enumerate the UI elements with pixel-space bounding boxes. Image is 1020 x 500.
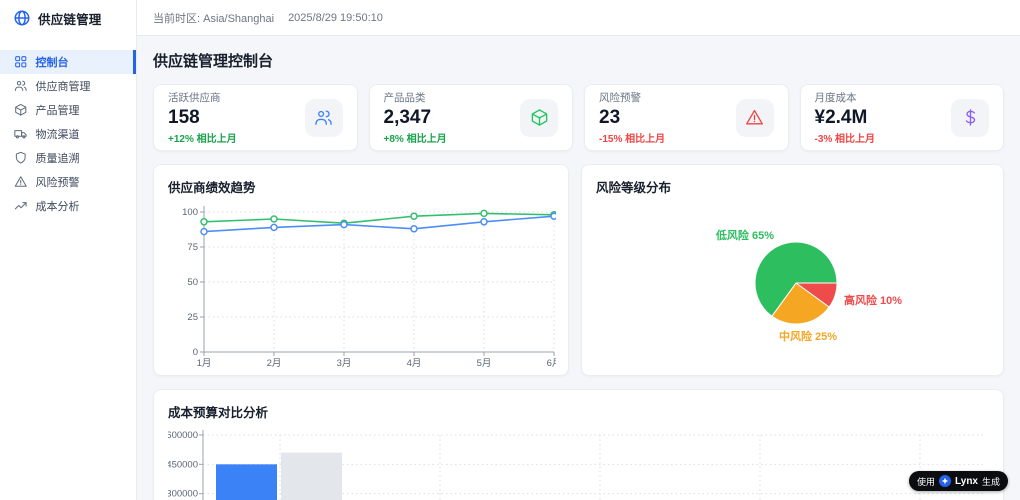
svg-text:2月: 2月 [267, 358, 282, 369]
shield-icon [15, 152, 26, 164]
badge-brand: Lynx [955, 475, 978, 487]
stat-value: 158 [168, 107, 200, 128]
supplier-performance-line-chart: 0 25 50 75 100 1月 2月 3月 4月 5月 6月 [168, 200, 561, 375]
stat-label: 风险预警 [599, 92, 641, 104]
sidebar-item-label: 成本分析 [35, 201, 80, 213]
sidebar-item-label: 物流渠道 [35, 129, 80, 141]
svg-text:300000: 300000 [168, 489, 198, 500]
svg-text:75: 75 [187, 242, 198, 253]
svg-text:5月: 5月 [477, 358, 492, 369]
stat-label: 月度成本 [814, 92, 857, 104]
pie-chart-title: 风险等级分布 [596, 181, 672, 195]
stat-label: 活跃供应商 [168, 92, 221, 104]
sidebar-item-5[interactable]: 质量追溯 [0, 146, 136, 170]
bar-chart-title: 成本预算对比分析 [168, 406, 269, 420]
sidebar-item-2[interactable]: 供应商管理 [0, 74, 136, 98]
stat-texts: 月度成本 ¥2.4M -3% 相比上月 [815, 90, 876, 145]
truck-icon [14, 130, 27, 139]
pie-slice-label: 低风险 65% [715, 230, 774, 242]
cost-budget-bar-chart: 6000004500003000001500000 [166, 425, 989, 500]
stat-value: 23 [599, 107, 621, 128]
stat-icon-bg [304, 98, 343, 137]
stat-icon-bg [951, 98, 989, 137]
svg-text:450000: 450000 [168, 459, 198, 470]
stat-delta: -3% 相比上月 [814, 134, 876, 145]
app-title: 供应链管理 [38, 12, 102, 27]
sidebar-nav: 控制台供应商管理产品管理物流渠道质量追溯风险预警成本分析 [0, 50, 136, 218]
stat-delta: +12% 相比上月 [168, 134, 237, 145]
svg-text:600000: 600000 [168, 430, 198, 441]
stat-icon-bg [520, 98, 558, 137]
users-icon [315, 110, 332, 125]
stat-value: 2,347 [383, 107, 432, 128]
sidebar-item-3[interactable]: 产品管理 [0, 98, 136, 122]
stat-value: ¥2.4M [814, 107, 868, 128]
main-content: 供应链管理控制台 活跃供应商 158 +12% 相比上月 产品品类 2,347 +8% 相… [137, 36, 1020, 500]
pie-slice-label: 中风险 25% [779, 331, 838, 343]
alert-triangle-icon [14, 176, 27, 188]
sidebar-item-label: 供应商管理 [35, 81, 91, 93]
trending-up-icon [14, 202, 27, 210]
pie-slice-label: 高风险 10% [844, 295, 903, 307]
sidebar-item-7[interactable]: 成本分析 [0, 194, 136, 218]
page-title: 供应链管理控制台 [153, 53, 274, 70]
package-icon [531, 109, 547, 126]
svg-text:1月: 1月 [197, 358, 212, 369]
stat-icon-bg [735, 98, 774, 137]
charts-row: 供应商绩效趋势 0 25 50 75 100 1月 2月 3月 4月 5月 6月 风险等级分布 高风… [153, 164, 1004, 376]
globe-logo-icon [14, 10, 30, 26]
badge-prefix: 使用 [917, 476, 936, 487]
svg-text:6月: 6月 [547, 358, 556, 369]
sidebar: 供应链管理 控制台供应商管理产品管理物流渠道质量追溯风险预警成本分析 [0, 0, 137, 500]
users-icon [14, 80, 27, 92]
stat-card-3: 风险预警 23 -15% 相比上月 [584, 84, 789, 151]
line-chart-title: 供应商绩效趋势 [168, 181, 256, 195]
stat-card-1: 活跃供应商 158 +12% 相比上月 [153, 84, 358, 151]
stat-cards-row: 活跃供应商 158 +12% 相比上月 产品品类 2,347 +8% 相比上月 风险预警 23… [153, 84, 1004, 151]
sidebar-item-1[interactable]: 控制台 [0, 50, 136, 74]
sidebar-item-label: 控制台 [35, 57, 69, 69]
package-icon [15, 104, 27, 116]
stat-texts: 活跃供应商 158 +12% 相比上月 [168, 90, 237, 145]
timezone-label: 当前时区: Asia/Shanghai [153, 12, 275, 25]
badge-suffix: 生成 [981, 476, 1000, 487]
sidebar-item-6[interactable]: 风险预警 [0, 170, 136, 194]
lynx-badge[interactable]: 使用 Lynx 生成 [909, 471, 1008, 491]
stat-texts: 产品品类 2,347 +8% 相比上月 [384, 90, 447, 145]
current-datetime: 2025/8/29 19:50:10 [288, 11, 383, 24]
stat-delta: +8% 相比上月 [383, 134, 447, 145]
svg-text:100: 100 [182, 207, 198, 218]
bar-chart-card: 成本预算对比分析 6000004500003000001500000 [153, 389, 1004, 500]
stat-texts: 风险预警 23 -15% 相比上月 [599, 90, 665, 145]
app-window: 供应链管理 控制台 供应商管理 产品管理 物流渠道 质量追溯 风险预警 成本分析 当前时区:… [0, 0, 1020, 500]
dashboard-grid-icon [15, 56, 27, 68]
svg-text:50: 50 [187, 277, 198, 288]
stat-card-2: 产品品类 2,347 +8% 相比上月 [368, 84, 573, 151]
topbar: 当前时区: Asia/Shanghai 2025/8/29 19:50:10 [137, 0, 1020, 36]
stat-card-4: 月度成本 ¥2.4M -3% 相比上月 [799, 84, 1004, 151]
svg-text:25: 25 [187, 312, 198, 323]
svg-text:4月: 4月 [407, 358, 422, 369]
sidebar-item-label: 产品管理 [35, 105, 80, 117]
dollar-icon [965, 109, 975, 126]
pie-chart-card: 风险等级分布 高风险 10% 中风险 25% 低风险 65% [581, 164, 1004, 376]
sidebar-item-label: 质量追溯 [35, 153, 80, 165]
svg-text:3月: 3月 [337, 358, 352, 369]
stat-delta: -15% 相比上月 [599, 134, 666, 145]
alert-triangle-icon [746, 109, 763, 125]
svg-text:0: 0 [193, 347, 198, 358]
app-logo-row: 供应链管理 [0, 0, 136, 36]
lynx-logo-icon [939, 475, 952, 487]
sidebar-item-label: 风险预警 [35, 177, 80, 189]
sidebar-item-4[interactable]: 物流渠道 [0, 122, 136, 146]
line-chart-card: 供应商绩效趋势 0 25 50 75 100 1月 2月 3月 4月 5月 6月 [153, 164, 569, 376]
stat-label: 产品品类 [383, 92, 426, 104]
